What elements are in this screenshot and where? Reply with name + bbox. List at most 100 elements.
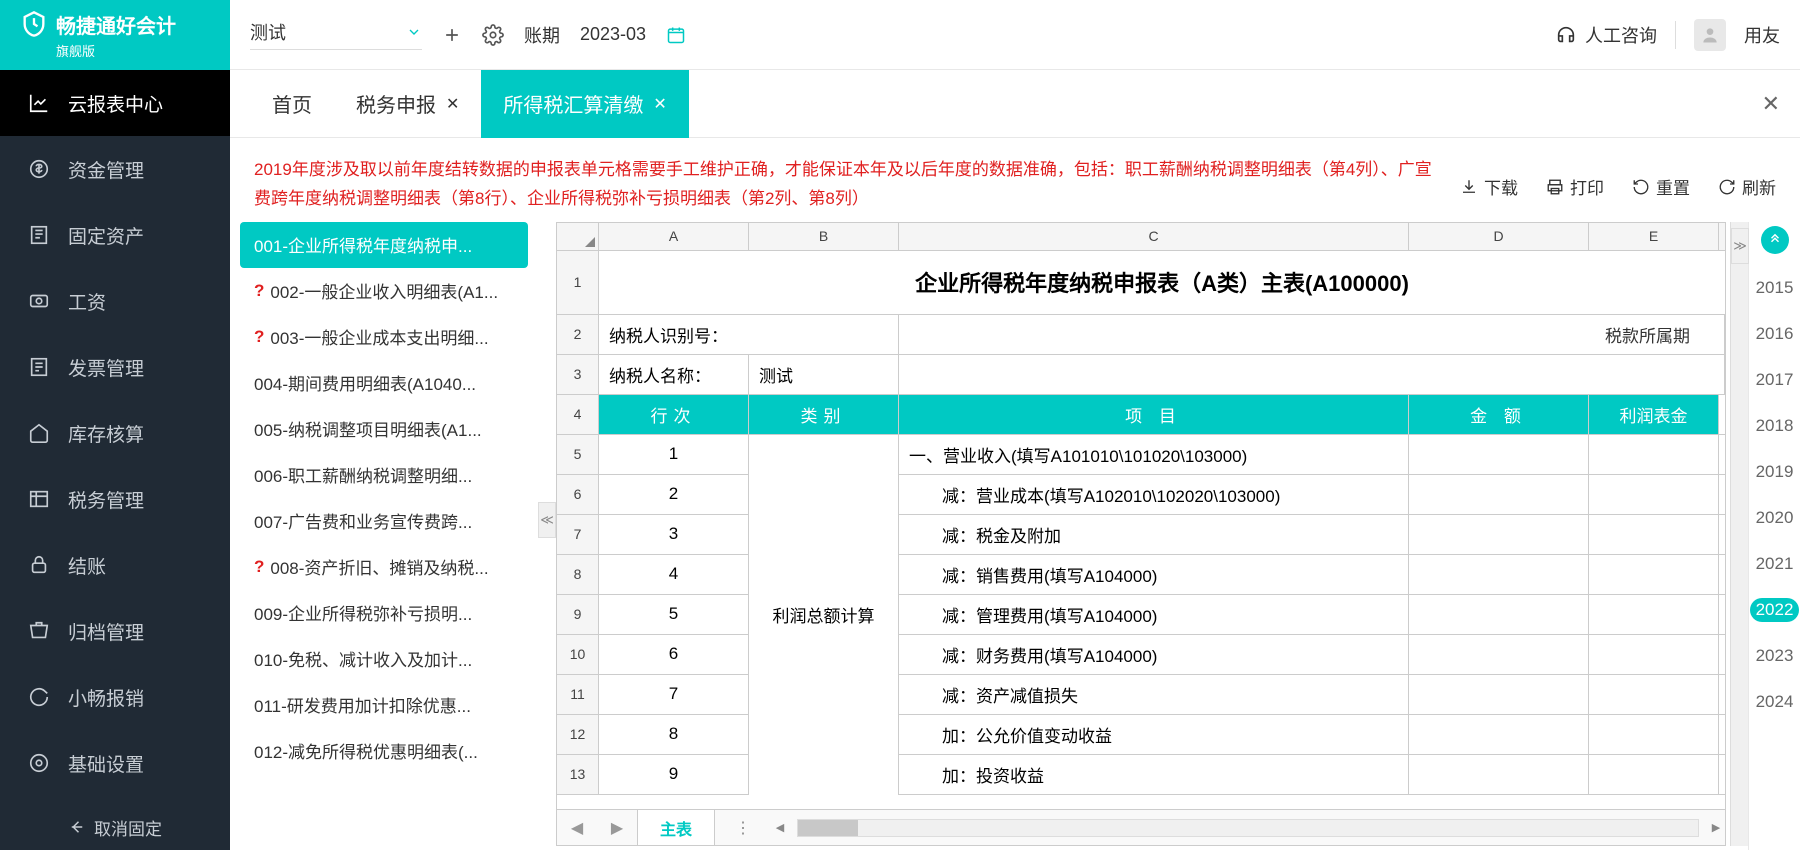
cell[interactable]: [1589, 755, 1719, 794]
sidebar-item[interactable]: 归档管理: [0, 598, 230, 664]
cell[interactable]: 减：资产减值损失: [899, 675, 1409, 714]
refresh-button[interactable]: 刷新: [1718, 174, 1776, 199]
form-list-item[interactable]: ?008-资产折旧、摊销及纳税...: [240, 544, 528, 590]
tab[interactable]: 首页: [250, 70, 334, 138]
cell[interactable]: 7: [599, 675, 749, 714]
support-button[interactable]: 人工咨询: [1555, 22, 1657, 48]
row-header[interactable]: 10: [557, 635, 599, 674]
form-list-item[interactable]: 004-期间费用明细表(A1040...: [240, 360, 528, 406]
cell[interactable]: [1589, 635, 1719, 674]
horizontal-scrollbar[interactable]: [797, 819, 1699, 837]
sidebar-item[interactable]: 税务管理: [0, 466, 230, 532]
form-list-item[interactable]: 007-广告费和业务宣传费跨...: [240, 498, 528, 544]
row-header[interactable]: 9: [557, 595, 599, 634]
cell[interactable]: [1589, 515, 1719, 554]
scroll-top-icon[interactable]: [1761, 226, 1789, 254]
sidebar-item[interactable]: 小畅报销: [0, 664, 230, 730]
sidebar-item[interactable]: 库存核算: [0, 400, 230, 466]
tab[interactable]: 税务申报✕: [334, 70, 481, 138]
row-header[interactable]: 4: [557, 395, 599, 434]
form-list-item[interactable]: 012-减免所得税优惠明细表(...: [240, 728, 528, 774]
sidebar-item[interactable]: 工资: [0, 268, 230, 334]
reset-button[interactable]: 重置: [1632, 174, 1690, 199]
cell[interactable]: [1409, 755, 1589, 794]
unpin-button[interactable]: 取消固定: [0, 804, 230, 850]
sheet-nav[interactable]: ◀▶: [557, 818, 637, 838]
cell[interactable]: [1409, 595, 1589, 634]
cell[interactable]: 减：管理费用(填写A104000): [899, 595, 1409, 634]
row-header[interactable]: 13: [557, 755, 599, 794]
select-all-corner[interactable]: [557, 223, 599, 250]
sidebar-item[interactable]: 基础设置: [0, 730, 230, 796]
cell[interactable]: [1589, 435, 1719, 474]
row-header[interactable]: 3: [557, 355, 599, 394]
sheet-tab[interactable]: 主表: [637, 809, 715, 845]
cell[interactable]: 一、营业收入(填写A101010\101020\103000): [899, 435, 1409, 474]
sidebar-item[interactable]: 云报表中心: [0, 70, 230, 136]
form-list-item[interactable]: 009-企业所得税弥补亏损明...: [240, 590, 528, 636]
avatar[interactable]: [1694, 19, 1726, 51]
download-button[interactable]: 下载: [1460, 174, 1518, 199]
cell[interactable]: [1589, 715, 1719, 754]
col-header[interactable]: B: [749, 223, 899, 250]
close-icon[interactable]: ✕: [446, 94, 459, 114]
expand-year-rail[interactable]: ≫: [1731, 228, 1749, 264]
year-item[interactable]: 2022: [1750, 598, 1800, 622]
col-header[interactable]: E: [1589, 223, 1719, 250]
cell[interactable]: 5: [599, 595, 749, 634]
cell[interactable]: 3: [599, 515, 749, 554]
cell[interactable]: 9: [599, 755, 749, 794]
cell[interactable]: 减：税金及附加: [899, 515, 1409, 554]
close-all-tabs[interactable]: ✕: [1762, 91, 1780, 117]
spreadsheet[interactable]: A B C D E 1 企业所得税年度纳税申报表（A类）主表(A100000) …: [556, 222, 1726, 846]
vertical-scrollbar[interactable]: [1730, 222, 1748, 846]
form-list-item[interactable]: 006-职工薪酬纳税调整明细...: [240, 452, 528, 498]
year-item[interactable]: 2021: [1750, 552, 1800, 576]
year-item[interactable]: 2023: [1750, 644, 1800, 668]
row-header[interactable]: 8: [557, 555, 599, 594]
cell[interactable]: 4: [599, 555, 749, 594]
form-list-item[interactable]: 011-研发费用加计扣除优惠...: [240, 682, 528, 728]
cell[interactable]: 减：销售费用(填写A104000): [899, 555, 1409, 594]
cell[interactable]: [1409, 555, 1589, 594]
year-item[interactable]: 2024: [1750, 690, 1800, 714]
cell[interactable]: [1589, 595, 1719, 634]
cell[interactable]: 6: [599, 635, 749, 674]
cell[interactable]: [1409, 715, 1589, 754]
cell[interactable]: 2: [599, 475, 749, 514]
cell[interactable]: [1409, 635, 1589, 674]
cell[interactable]: 减：营业成本(填写A102010\102020\103000): [899, 475, 1409, 514]
company-selector[interactable]: 测试: [250, 19, 422, 50]
sidebar-item[interactable]: 固定资产: [0, 202, 230, 268]
row-header[interactable]: 6: [557, 475, 599, 514]
cell[interactable]: [1409, 675, 1589, 714]
form-list-item[interactable]: ?002-一般企业收入明细表(A1...: [240, 268, 528, 314]
sidebar-item[interactable]: 结账: [0, 532, 230, 598]
cell[interactable]: [1409, 435, 1589, 474]
print-button[interactable]: 打印: [1546, 174, 1604, 199]
col-header[interactable]: C: [899, 223, 1409, 250]
row-header[interactable]: 11: [557, 675, 599, 714]
row-header[interactable]: 7: [557, 515, 599, 554]
year-item[interactable]: 2020: [1750, 506, 1800, 530]
cell[interactable]: 加：公允价值变动收益: [899, 715, 1409, 754]
sheet-menu-icon[interactable]: ⋮: [715, 818, 771, 838]
col-header[interactable]: A: [599, 223, 749, 250]
year-item[interactable]: 2016: [1750, 322, 1800, 346]
calendar-icon[interactable]: [666, 25, 686, 45]
cell[interactable]: [1589, 555, 1719, 594]
add-button[interactable]: [442, 25, 462, 45]
tab[interactable]: 所得税汇算清缴✕: [481, 70, 688, 138]
collapse-form-list[interactable]: ≪: [538, 502, 556, 538]
form-list-item[interactable]: 005-纳税调整项目明细表(A1...: [240, 406, 528, 452]
cell[interactable]: [1409, 475, 1589, 514]
form-list-item[interactable]: ?003-一般企业成本支出明细...: [240, 314, 528, 360]
cell[interactable]: [1409, 515, 1589, 554]
close-icon[interactable]: ✕: [653, 94, 666, 114]
sidebar-item[interactable]: 资金管理: [0, 136, 230, 202]
cell[interactable]: [1589, 675, 1719, 714]
col-header[interactable]: D: [1409, 223, 1589, 250]
row-header[interactable]: 2: [557, 315, 599, 354]
year-item[interactable]: 2017: [1750, 368, 1800, 392]
cell[interactable]: 8: [599, 715, 749, 754]
